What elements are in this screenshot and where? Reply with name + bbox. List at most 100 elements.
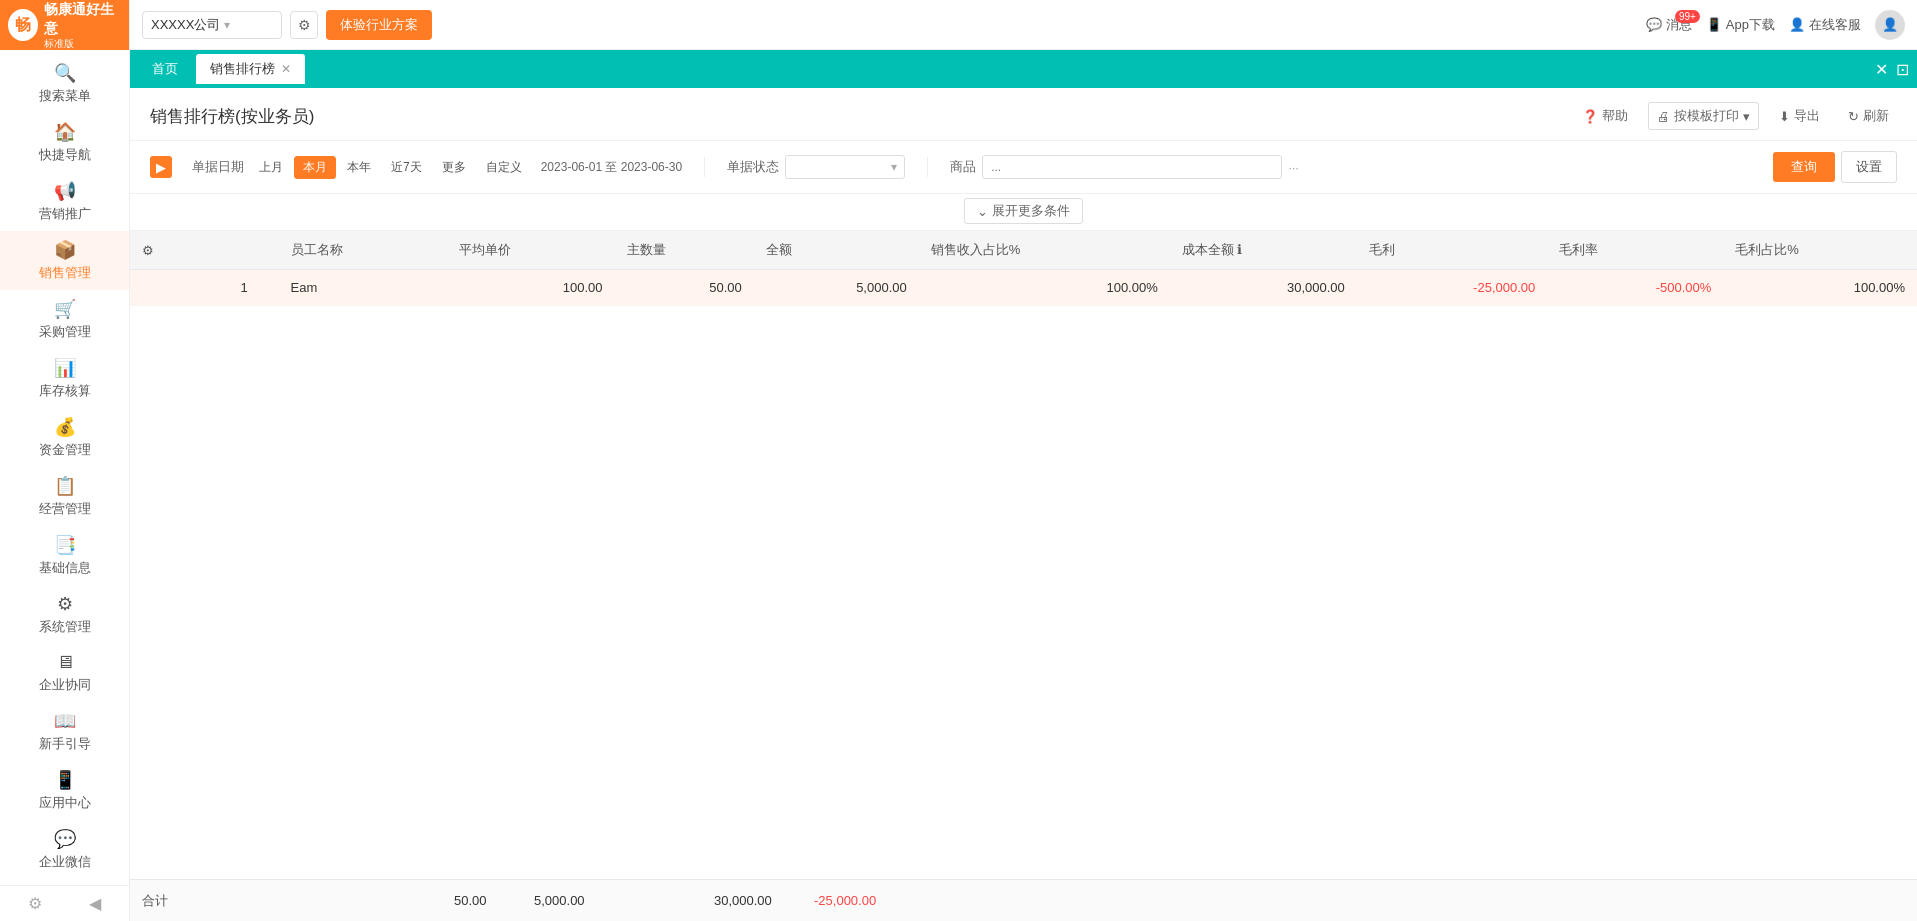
message-button[interactable]: 💬 消息 99+ [1646,16,1692,34]
inventory-label: 库存核算 [39,382,91,400]
print-label: 按模板打印 [1674,107,1739,125]
tab-close-icon[interactable]: ✕ [281,62,291,76]
sidebar-nav: 🔍 搜索菜单 🏠 快捷导航 📢 营销推广 📦 销售管理 🛒 采购管理 📊 库存核… [0,50,129,885]
filter-more-icon[interactable]: ··· [1288,160,1299,175]
date-btn-自定义[interactable]: 自定义 [477,156,531,179]
refresh-label: 刷新 [1863,107,1889,125]
tab-close-window-icon[interactable]: ✕ [1875,60,1888,79]
table-head: ⚙员工名称平均单价主数量全额销售收入占比%成本全额 ℹ毛利毛利率毛利占比% [130,231,1917,270]
filter-collapse-icon[interactable]: ▶ [150,156,172,178]
td-sales_pct: 100.00% [919,270,1170,306]
enterprise-icon: 🖥 [56,652,74,673]
date-btn-更多[interactable]: 更多 [433,156,475,179]
print-dropdown-arrow: ▾ [1743,109,1750,124]
td-avg_price: 100.00 [447,270,615,306]
tab-sales-rank[interactable]: 销售排行榜 ✕ [196,54,305,84]
company-selector[interactable]: XXXXX公司 ▾ [142,11,282,39]
status-filter-label: 单据状态 [727,158,779,176]
main-area: XXXXX公司 ▾ ⚙ 体验行业方案 💬 消息 99+ 📱 App下载 👤 在线… [130,0,1917,921]
sidebar-item-operations[interactable]: 📋 经营管理 [0,467,129,526]
sales-label: 销售管理 [39,264,91,282]
company-dropdown-icon: ▾ [224,18,230,32]
sidebar-item-purchase[interactable]: 🛒 采购管理 [0,290,129,349]
th-name: 员工名称 [279,231,447,270]
avatar-placeholder: 👤 [1882,17,1898,32]
system-icon: ⚙ [57,593,73,615]
date-filter-label: 单据日期 [192,158,244,176]
tab-sales-rank-label: 销售排行榜 [210,60,275,78]
refresh-icon: ↻ [1848,109,1859,124]
sales-icon: 📦 [54,239,76,261]
basics-label: 基础信息 [39,559,91,577]
refresh-button[interactable]: ↻ 刷新 [1840,103,1897,129]
date-btn-近7天[interactable]: 近7天 [382,156,431,179]
sidebar-item-sales[interactable]: 📦 销售管理 [0,231,129,290]
sidebar-item-appcenter[interactable]: 📱 应用中心 [0,761,129,820]
expand-row: ⌄ 展开更多条件 [130,194,1917,231]
sidebar-item-enterprise[interactable]: 🖥 企业协同 [0,644,129,702]
status-select-wrap [785,155,905,179]
sidebar-item-basics[interactable]: 📑 基础信息 [0,526,129,585]
expand-icon: ⌄ [977,204,988,219]
online-service-label: 在线客服 [1809,16,1861,34]
search-icon: 🔍 [54,62,76,84]
sidebar-item-finance[interactable]: 💰 资金管理 [0,408,129,467]
export-icon: ⬇ [1779,109,1790,124]
export-label: 导出 [1794,107,1820,125]
tab-home[interactable]: 首页 [138,54,192,84]
date-btn-本年[interactable]: 本年 [338,156,380,179]
goods-input[interactable] [982,155,1282,179]
sidebar-collapse-icon[interactable]: ◀ [89,894,101,913]
sidebar-item-weixin[interactable]: 💬 企业微信 [0,820,129,879]
weixin-icon: 💬 [54,828,76,850]
td-rank: 1 [210,270,279,306]
page-header: 销售排行榜(按业务员) ❓ 帮助 🖨 按模板打印 ▾ ⬇ 导出 [130,88,1917,141]
filter-status-group: 单据状态 [727,155,905,179]
message-badge: 99+ [1675,10,1700,23]
purchase-label: 采购管理 [39,323,91,341]
user-avatar[interactable]: 👤 [1875,10,1905,40]
th-sales_pct: 销售收入占比% [919,231,1170,270]
online-service-button[interactable]: 👤 在线客服 [1789,16,1861,34]
logo-text: 畅康通好生意 标准版 [44,0,121,49]
help-button[interactable]: ❓ 帮助 [1574,103,1636,129]
sidebar-item-search[interactable]: 🔍 搜索菜单 [0,54,129,113]
sidebar-settings-icon[interactable]: ⚙ [28,894,42,913]
shortcut-label: 快捷导航 [39,146,91,164]
app-download-label: App下载 [1726,16,1775,34]
status-select[interactable] [785,155,905,179]
print-button[interactable]: 🖨 按模板打印 ▾ [1648,102,1759,130]
query-button[interactable]: 查询 [1773,152,1835,182]
sidebar-item-newguide[interactable]: 📖 新手引导 [0,702,129,761]
app-download-button[interactable]: 📱 App下载 [1706,16,1775,34]
table-footer: 合计 50.00 5,000.00 30,000.00 -25,000.00 [130,879,1917,921]
td-gross_rate: -500.00% [1547,270,1723,306]
footer-cost: 30,000.00 [702,893,802,908]
td-cost: 30,000.00 [1170,270,1357,306]
system-label: 系统管理 [39,618,91,636]
help-icon: ❓ [1582,109,1598,124]
topbar: XXXXX公司 ▾ ⚙ 体验行业方案 💬 消息 99+ 📱 App下载 👤 在线… [130,0,1917,50]
sidebar-item-marketing[interactable]: 📢 营销推广 [0,172,129,231]
sidebar-item-system[interactable]: ⚙ 系统管理 [0,585,129,644]
date-btn-上月[interactable]: 上月 [250,156,292,179]
sidebar-item-inventory[interactable]: 📊 库存核算 [0,349,129,408]
logo-sub: 标准版 [44,37,121,50]
expand-button[interactable]: ⌄ 展开更多条件 [964,198,1083,224]
basics-icon: 📑 [54,534,76,556]
date-range-display: 2023-06-01 至 2023-06-30 [541,159,682,176]
trial-button[interactable]: 体验行业方案 [326,10,432,40]
settings-button[interactable]: 设置 [1841,151,1897,183]
td-name: Eam [279,270,447,306]
td-qty: 50.00 [615,270,754,306]
topbar-settings-icon[interactable]: ⚙ [290,11,318,39]
page-content: 销售排行榜(按业务员) ❓ 帮助 🖨 按模板打印 ▾ ⬇ 导出 [130,88,1917,921]
date-btn-本月[interactable]: 本月 [294,156,336,179]
footer-gross: -25,000.00 [802,893,902,908]
tab-maximize-icon[interactable]: ⊡ [1896,60,1909,79]
online-service-icon: 👤 [1789,17,1805,32]
export-button[interactable]: ⬇ 导出 [1771,103,1828,129]
th-avg_price: 平均单价 [447,231,615,270]
td-gross_pct: 100.00% [1723,270,1917,306]
sidebar-item-shortcut[interactable]: 🏠 快捷导航 [0,113,129,172]
